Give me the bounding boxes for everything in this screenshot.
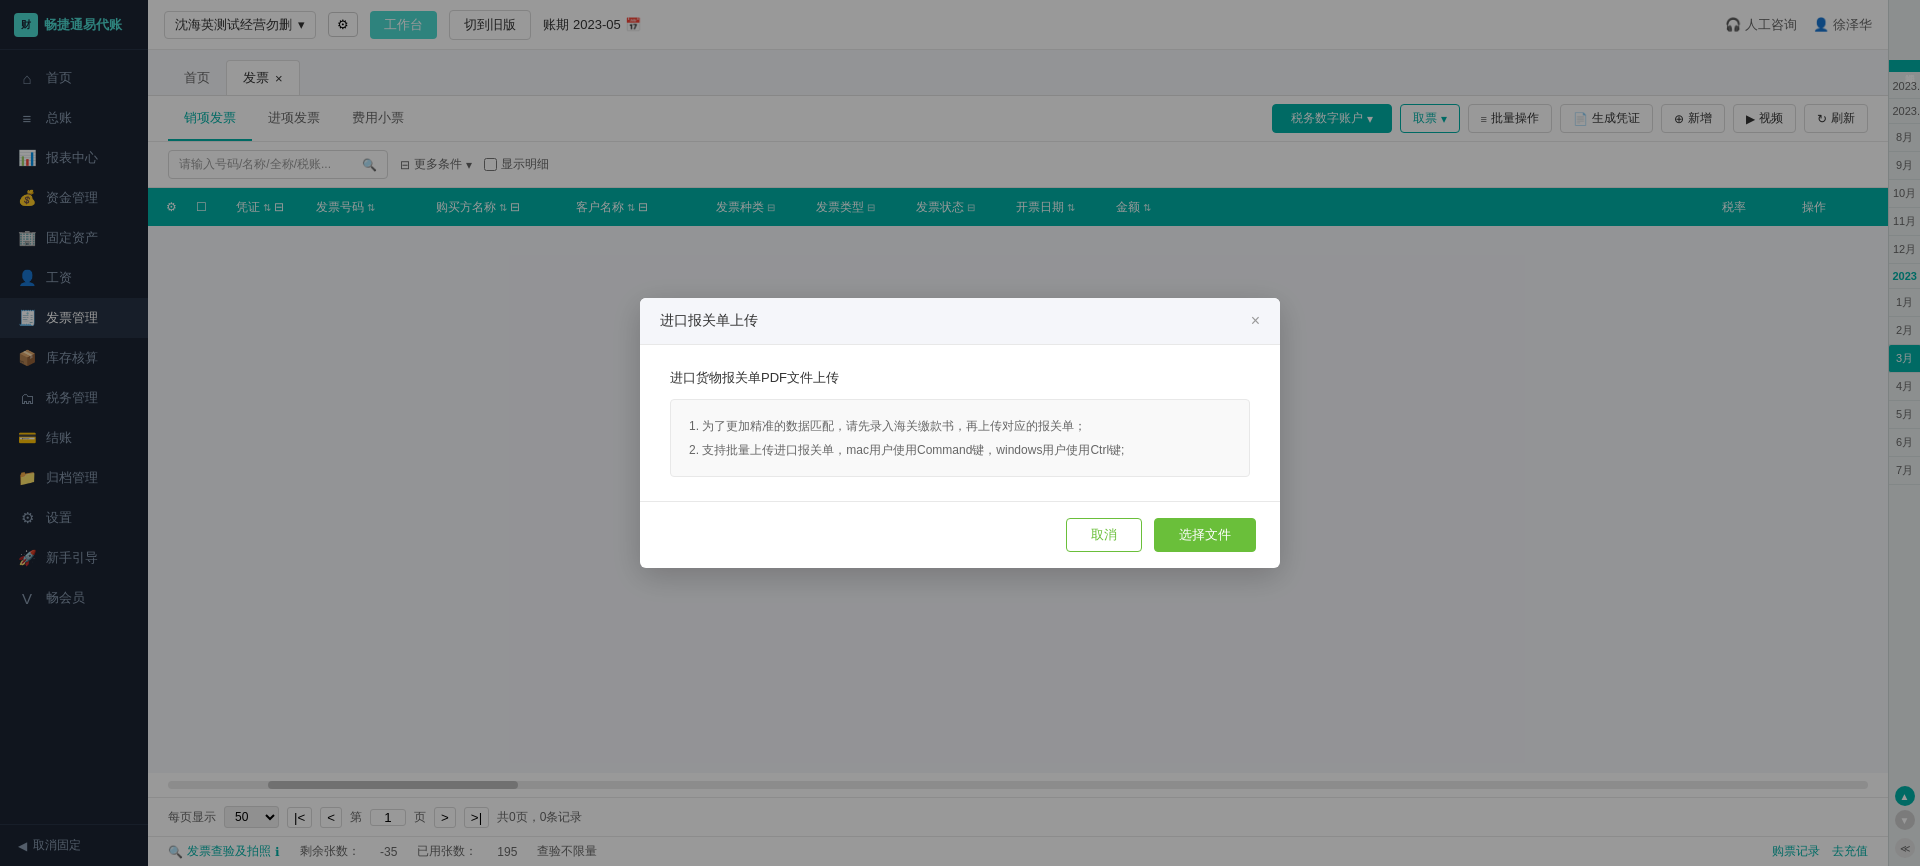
modal-body: 进口货物报关单PDF文件上传 1. 为了更加精准的数据匹配，请先录入海关缴款书，… <box>640 345 1280 501</box>
modal-overlay: 进口报关单上传 × 进口货物报关单PDF文件上传 1. 为了更加精准的数据匹配，… <box>0 0 1920 866</box>
modal-info-line-1: 1. 为了更加精准的数据匹配，请先录入海关缴款书，再上传对应的报关单； <box>689 414 1231 438</box>
modal-close-button[interactable]: × <box>1251 312 1260 330</box>
modal-header: 进口报关单上传 × <box>640 298 1280 345</box>
modal-info-box: 1. 为了更加精准的数据匹配，请先录入海关缴款书，再上传对应的报关单； 2. 支… <box>670 399 1250 477</box>
modal-footer: 取消 选择文件 <box>640 501 1280 568</box>
modal-select-file-button[interactable]: 选择文件 <box>1154 518 1256 552</box>
modal-section-title: 进口货物报关单PDF文件上传 <box>670 369 1250 387</box>
modal-cancel-button[interactable]: 取消 <box>1066 518 1142 552</box>
modal-title: 进口报关单上传 <box>660 312 758 330</box>
import-customs-modal: 进口报关单上传 × 进口货物报关单PDF文件上传 1. 为了更加精准的数据匹配，… <box>640 298 1280 568</box>
modal-info-line-2: 2. 支持批量上传进口报关单，mac用户使用Command键，windows用户… <box>689 438 1231 462</box>
